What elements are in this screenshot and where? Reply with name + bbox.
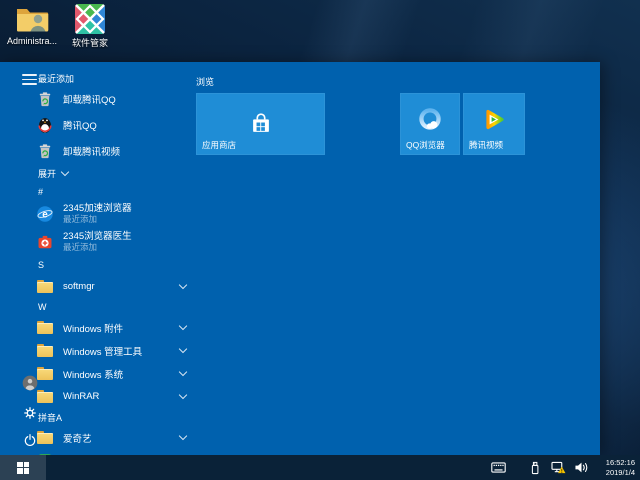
section-header-pinyin-a[interactable]: 拼音A <box>36 408 194 426</box>
app-item-label: 2345加速浏览器 <box>63 202 132 214</box>
software-manager-icon <box>73 4 107 34</box>
app-item-iqiyi-folder[interactable]: 爱奇艺 <box>36 426 194 449</box>
tile-app-store[interactable]: 应用商店 <box>196 93 325 155</box>
app-item-label: 腾讯QQ <box>63 121 97 132</box>
app-item-label: softmgr <box>63 280 95 292</box>
app-item-label: Windows 管理工具 <box>63 346 143 358</box>
app-item-label: 2345浏览器医生 <box>63 230 132 242</box>
clock-time: 16:52:16 <box>605 457 635 467</box>
app-item-sublabel: 最近添加 <box>63 241 98 252</box>
tile-group-header[interactable]: 浏览 <box>196 75 214 88</box>
taskbar: 16:52:16 2019/1/4 <box>0 455 640 480</box>
app-item-label: 卸载腾讯QQ <box>63 95 116 106</box>
hamburger-menu-icon[interactable] <box>22 74 37 85</box>
browser-e-icon: e <box>36 205 54 223</box>
tile-qq-browser[interactable]: QQ浏览器 <box>400 93 460 155</box>
app-item-label: 卸载腾讯视频 <box>63 147 121 158</box>
app-item-label: 爱奇艺 <box>63 433 92 445</box>
volume-icon[interactable] <box>574 460 589 475</box>
app-item-label: Windows 附件 <box>63 323 124 335</box>
section-header-w[interactable]: W <box>36 298 194 316</box>
app-list: 最近添加 卸载腾讯QQ 腾讯QQ 卸载腾讯视频 展开 # e 2345加速浏览器… <box>36 62 194 455</box>
folder-icon <box>36 342 54 360</box>
recent-added-header: 最近添加 <box>38 73 75 84</box>
desktop-icon-label: 软件管家 <box>71 38 108 48</box>
start-button[interactable] <box>0 455 46 480</box>
app-item-winrar[interactable]: WinRAR <box>36 385 194 408</box>
app-item-sublabel: 最近添加 <box>63 213 98 224</box>
desktop-icon-administrator[interactable]: Administra... <box>6 4 58 49</box>
chevron-down-icon[interactable] <box>178 280 188 289</box>
app-item-softmgr[interactable]: softmgr <box>36 274 194 298</box>
start-menu: 最近添加 卸载腾讯QQ 腾讯QQ 卸载腾讯视频 展开 # e 2345加速浏览器… <box>0 62 600 455</box>
tile-tencent-video[interactable]: 腾讯视频 <box>463 93 525 155</box>
folder-icon <box>36 429 54 447</box>
tile-label: 应用商店 <box>202 140 237 150</box>
expand-toggle[interactable]: 展开 <box>36 164 194 182</box>
chevron-down-icon[interactable] <box>178 431 188 441</box>
folder-icon <box>36 319 54 337</box>
app-item-windows-system[interactable]: Windows 系统 <box>36 362 194 385</box>
usb-device-icon[interactable] <box>528 460 543 475</box>
desktop-icon-software-manager[interactable]: 软件管家 <box>64 4 116 49</box>
admin-folder-icon <box>15 4 49 34</box>
app-item-label: WinRAR <box>63 391 100 402</box>
app-item-uninstall-qq[interactable]: 卸载腾讯QQ <box>36 86 194 112</box>
app-item-tencent-qq[interactable]: 腾讯QQ <box>36 112 194 138</box>
chevron-down-icon[interactable] <box>178 344 188 354</box>
app-item-uninstall-tencent-video[interactable]: 卸载腾讯视频 <box>36 138 194 164</box>
system-tray: 16:52:16 2019/1/4 <box>491 458 640 478</box>
taskbar-clock[interactable]: 16:52:16 2019/1/4 <box>597 458 635 478</box>
desktop-icon-label: Administra... <box>6 36 57 46</box>
app-item-2345-browser[interactable]: e 2345加速浏览器 最近添加 <box>36 200 194 228</box>
network-warning-icon[interactable] <box>551 460 566 475</box>
section-header-hash[interactable]: # <box>36 184 194 200</box>
app-item-windows-admin-tools[interactable]: Windows 管理工具 <box>36 339 194 362</box>
windows-logo-icon <box>17 461 29 474</box>
chevron-down-icon[interactable] <box>178 367 188 377</box>
tile-area: 浏览 应用商店 QQ浏览器 腾讯视频 <box>196 62 600 455</box>
uninstall-icon <box>36 90 54 108</box>
chevron-down-icon <box>60 167 70 176</box>
touch-keyboard-icon[interactable] <box>491 460 506 475</box>
qq-penguin-icon <box>36 116 54 134</box>
expand-label: 展开 <box>38 168 57 179</box>
folder-icon <box>36 365 54 383</box>
desktop-icons: Administra... 软件管家 <box>6 4 116 49</box>
app-item-2345-browser-doctor[interactable]: S 2345浏览器医生 最近添加 <box>36 228 194 256</box>
app-item-windows-accessories[interactable]: Windows 附件 <box>36 316 194 339</box>
clock-date: 2019/1/4 <box>605 467 635 477</box>
section-header-s[interactable]: S <box>36 256 194 274</box>
chevron-down-icon[interactable] <box>178 390 188 400</box>
chevron-down-icon[interactable] <box>178 321 188 331</box>
uninstall-icon <box>36 142 54 160</box>
medkit-icon <box>36 233 54 251</box>
tile-label: 腾讯视频 <box>469 140 504 150</box>
tile-label: QQ浏览器 <box>406 140 445 150</box>
folder-icon <box>36 388 54 406</box>
folder-icon <box>36 277 54 295</box>
app-item-label: Windows 系统 <box>63 369 124 381</box>
